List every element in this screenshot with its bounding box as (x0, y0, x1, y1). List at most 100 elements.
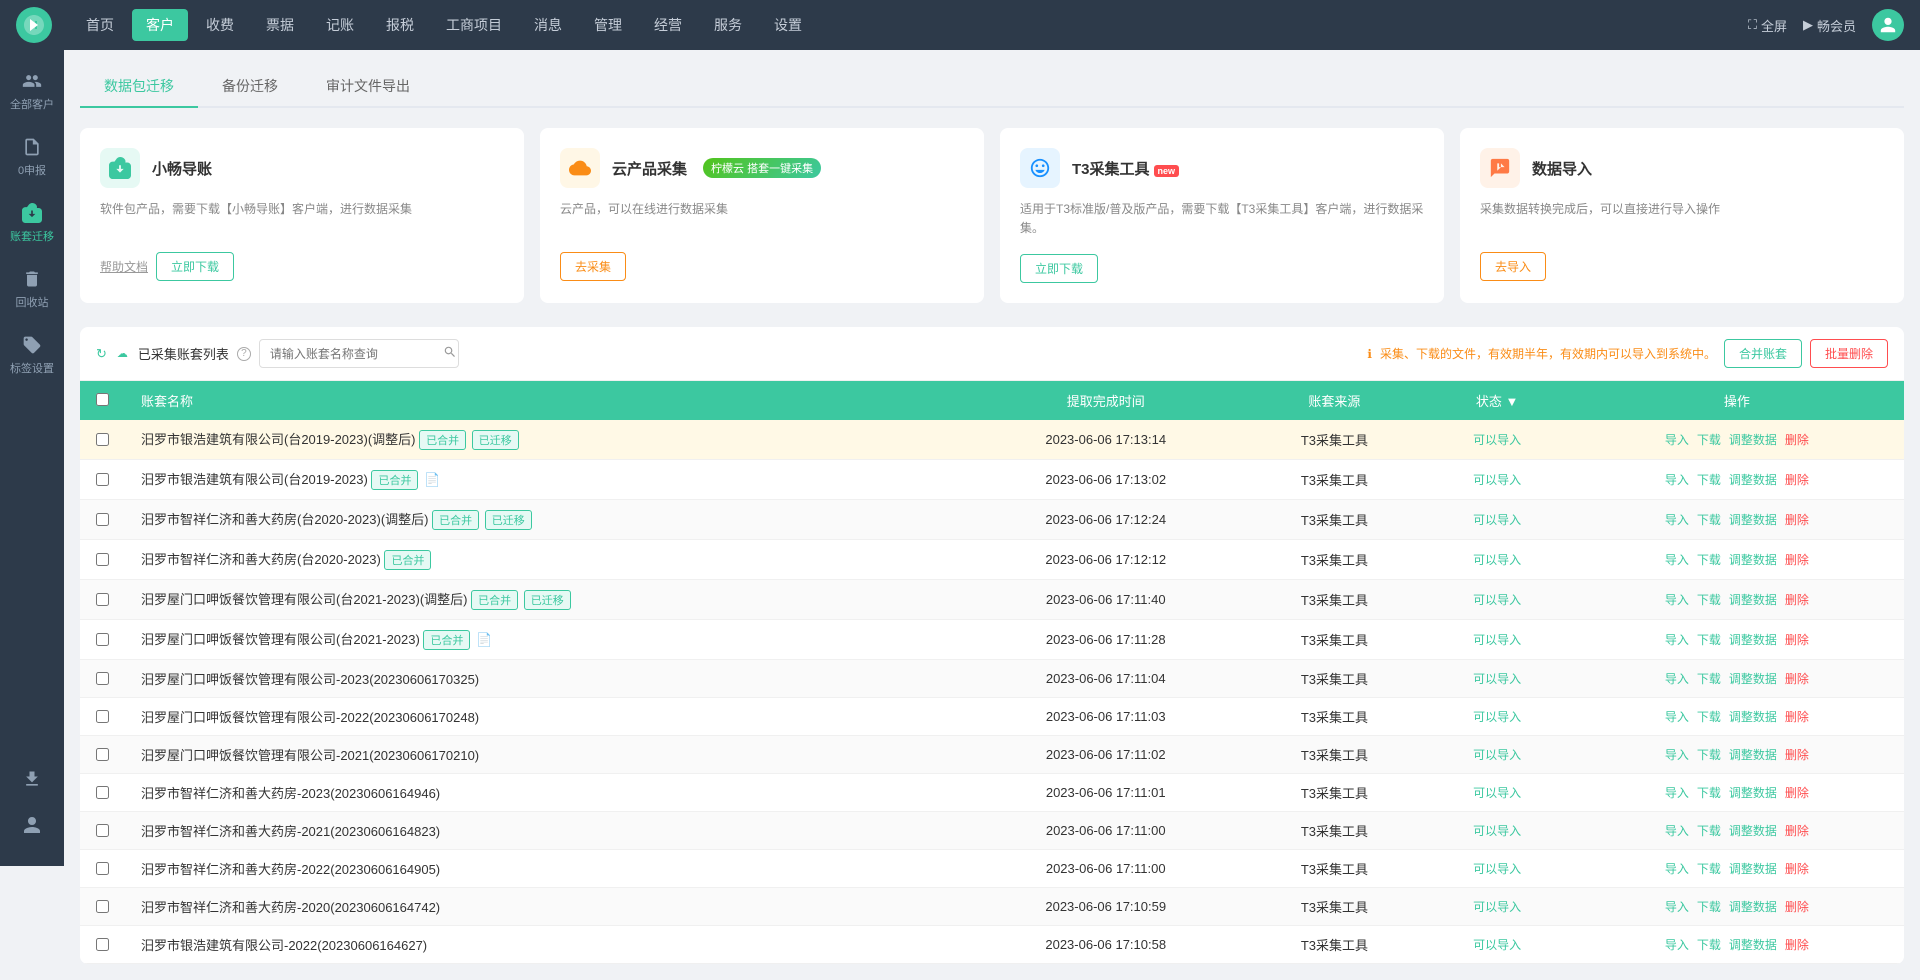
action-下载[interactable]: 下载 (1697, 473, 1721, 487)
action-删除[interactable]: 删除 (1785, 633, 1809, 647)
action-删除[interactable]: 删除 (1785, 748, 1809, 762)
collect-btn[interactable]: 去采集 (560, 252, 626, 281)
row-checkbox[interactable] (96, 710, 109, 723)
action-调整数据[interactable]: 调整数据 (1729, 710, 1777, 724)
sidebar-item-account-migration[interactable]: 账套迁移 (4, 192, 60, 254)
action-调整数据[interactable]: 调整数据 (1729, 938, 1777, 952)
action-下载[interactable]: 下载 (1697, 553, 1721, 567)
sidebar-item-zero-declaration[interactable]: 0申报 (4, 126, 60, 188)
row-checkbox[interactable] (96, 553, 109, 566)
action-删除[interactable]: 删除 (1785, 862, 1809, 876)
refresh-icon[interactable]: ↻ (96, 346, 107, 362)
action-下载[interactable]: 下载 (1697, 633, 1721, 647)
action-导入[interactable]: 导入 (1665, 824, 1689, 838)
action-调整数据[interactable]: 调整数据 (1729, 633, 1777, 647)
action-删除[interactable]: 删除 (1785, 513, 1809, 527)
row-checkbox[interactable] (96, 672, 109, 685)
action-导入[interactable]: 导入 (1665, 672, 1689, 686)
action-导入[interactable]: 导入 (1665, 938, 1689, 952)
tab-audit-export[interactable]: 审计文件导出 (302, 66, 434, 108)
search-button[interactable] (435, 340, 459, 367)
action-下载[interactable]: 下载 (1697, 433, 1721, 447)
nav-item-management[interactable]: 管理 (580, 9, 636, 41)
action-删除[interactable]: 删除 (1785, 433, 1809, 447)
action-导入[interactable]: 导入 (1665, 862, 1689, 876)
action-导入[interactable]: 导入 (1665, 900, 1689, 914)
action-导入[interactable]: 导入 (1665, 513, 1689, 527)
select-all-checkbox[interactable] (96, 393, 109, 406)
sidebar-item-tag-settings[interactable]: 标签设置 (4, 324, 60, 386)
action-删除[interactable]: 删除 (1785, 710, 1809, 724)
action-调整数据[interactable]: 调整数据 (1729, 748, 1777, 762)
tab-data-migration[interactable]: 数据包迁移 (80, 66, 198, 108)
fullscreen-button[interactable]: ⛶ 全屏 (1748, 16, 1787, 35)
action-删除[interactable]: 删除 (1785, 473, 1809, 487)
row-checkbox[interactable] (96, 748, 109, 761)
action-下载[interactable]: 下载 (1697, 672, 1721, 686)
download-now-btn-1[interactable]: 立即下载 (156, 252, 234, 281)
action-调整数据[interactable]: 调整数据 (1729, 672, 1777, 686)
nav-item-billing[interactable]: 收费 (192, 9, 248, 41)
row-checkbox[interactable] (96, 824, 109, 837)
row-checkbox[interactable] (96, 593, 109, 606)
action-导入[interactable]: 导入 (1665, 433, 1689, 447)
action-删除[interactable]: 删除 (1785, 593, 1809, 607)
action-下载[interactable]: 下载 (1697, 824, 1721, 838)
action-下载[interactable]: 下载 (1697, 748, 1721, 762)
action-调整数据[interactable]: 调整数据 (1729, 513, 1777, 527)
action-导入[interactable]: 导入 (1665, 593, 1689, 607)
row-checkbox[interactable] (96, 473, 109, 486)
action-调整数据[interactable]: 调整数据 (1729, 433, 1777, 447)
action-导入[interactable]: 导入 (1665, 473, 1689, 487)
action-导入[interactable]: 导入 (1665, 786, 1689, 800)
sidebar-item-user[interactable] (4, 804, 60, 846)
action-删除[interactable]: 删除 (1785, 938, 1809, 952)
tab-backup-migration[interactable]: 备份迁移 (198, 66, 302, 108)
action-下载[interactable]: 下载 (1697, 786, 1721, 800)
action-导入[interactable]: 导入 (1665, 553, 1689, 567)
action-导入[interactable]: 导入 (1665, 748, 1689, 762)
action-下载[interactable]: 下载 (1697, 513, 1721, 527)
row-checkbox[interactable] (96, 938, 109, 951)
action-调整数据[interactable]: 调整数据 (1729, 824, 1777, 838)
action-调整数据[interactable]: 调整数据 (1729, 593, 1777, 607)
nav-item-settings[interactable]: 设置 (760, 9, 816, 41)
sidebar-item-download[interactable] (4, 758, 60, 800)
action-删除[interactable]: 删除 (1785, 553, 1809, 567)
nav-item-business[interactable]: 工商项目 (432, 9, 516, 41)
action-调整数据[interactable]: 调整数据 (1729, 473, 1777, 487)
action-调整数据[interactable]: 调整数据 (1729, 786, 1777, 800)
search-input[interactable] (260, 342, 435, 366)
action-删除[interactable]: 删除 (1785, 900, 1809, 914)
nav-item-bookkeeping[interactable]: 记账 (312, 9, 368, 41)
action-下载[interactable]: 下载 (1697, 710, 1721, 724)
batch-delete-btn[interactable]: 批量删除 (1810, 339, 1888, 368)
action-调整数据[interactable]: 调整数据 (1729, 862, 1777, 876)
info-icon[interactable]: ? (237, 347, 251, 361)
help-doc-link[interactable]: 帮助文档 (100, 258, 148, 275)
nav-item-operation[interactable]: 经营 (640, 9, 696, 41)
go-import-btn[interactable]: 去导入 (1480, 252, 1546, 281)
action-删除[interactable]: 删除 (1785, 786, 1809, 800)
action-调整数据[interactable]: 调整数据 (1729, 553, 1777, 567)
sidebar-item-recycle[interactable]: 回收站 (4, 258, 60, 320)
row-checkbox[interactable] (96, 633, 109, 646)
row-checkbox[interactable] (96, 900, 109, 913)
nav-item-invoice[interactable]: 票据 (252, 9, 308, 41)
nav-item-home[interactable]: 首页 (72, 9, 128, 41)
nav-item-tax[interactable]: 报税 (372, 9, 428, 41)
action-删除[interactable]: 删除 (1785, 824, 1809, 838)
vip-button[interactable]: ▶ 畅会员 (1803, 16, 1856, 35)
download-now-btn-2[interactable]: 立即下载 (1020, 254, 1098, 283)
action-下载[interactable]: 下载 (1697, 900, 1721, 914)
nav-item-client[interactable]: 客户 (132, 9, 188, 41)
row-checkbox[interactable] (96, 513, 109, 526)
row-checkbox[interactable] (96, 433, 109, 446)
nav-item-service[interactable]: 服务 (700, 9, 756, 41)
action-导入[interactable]: 导入 (1665, 710, 1689, 724)
row-checkbox[interactable] (96, 786, 109, 799)
action-删除[interactable]: 删除 (1785, 672, 1809, 686)
row-checkbox[interactable] (96, 862, 109, 875)
file-icon[interactable]: 📄 (424, 472, 440, 487)
action-下载[interactable]: 下载 (1697, 862, 1721, 876)
